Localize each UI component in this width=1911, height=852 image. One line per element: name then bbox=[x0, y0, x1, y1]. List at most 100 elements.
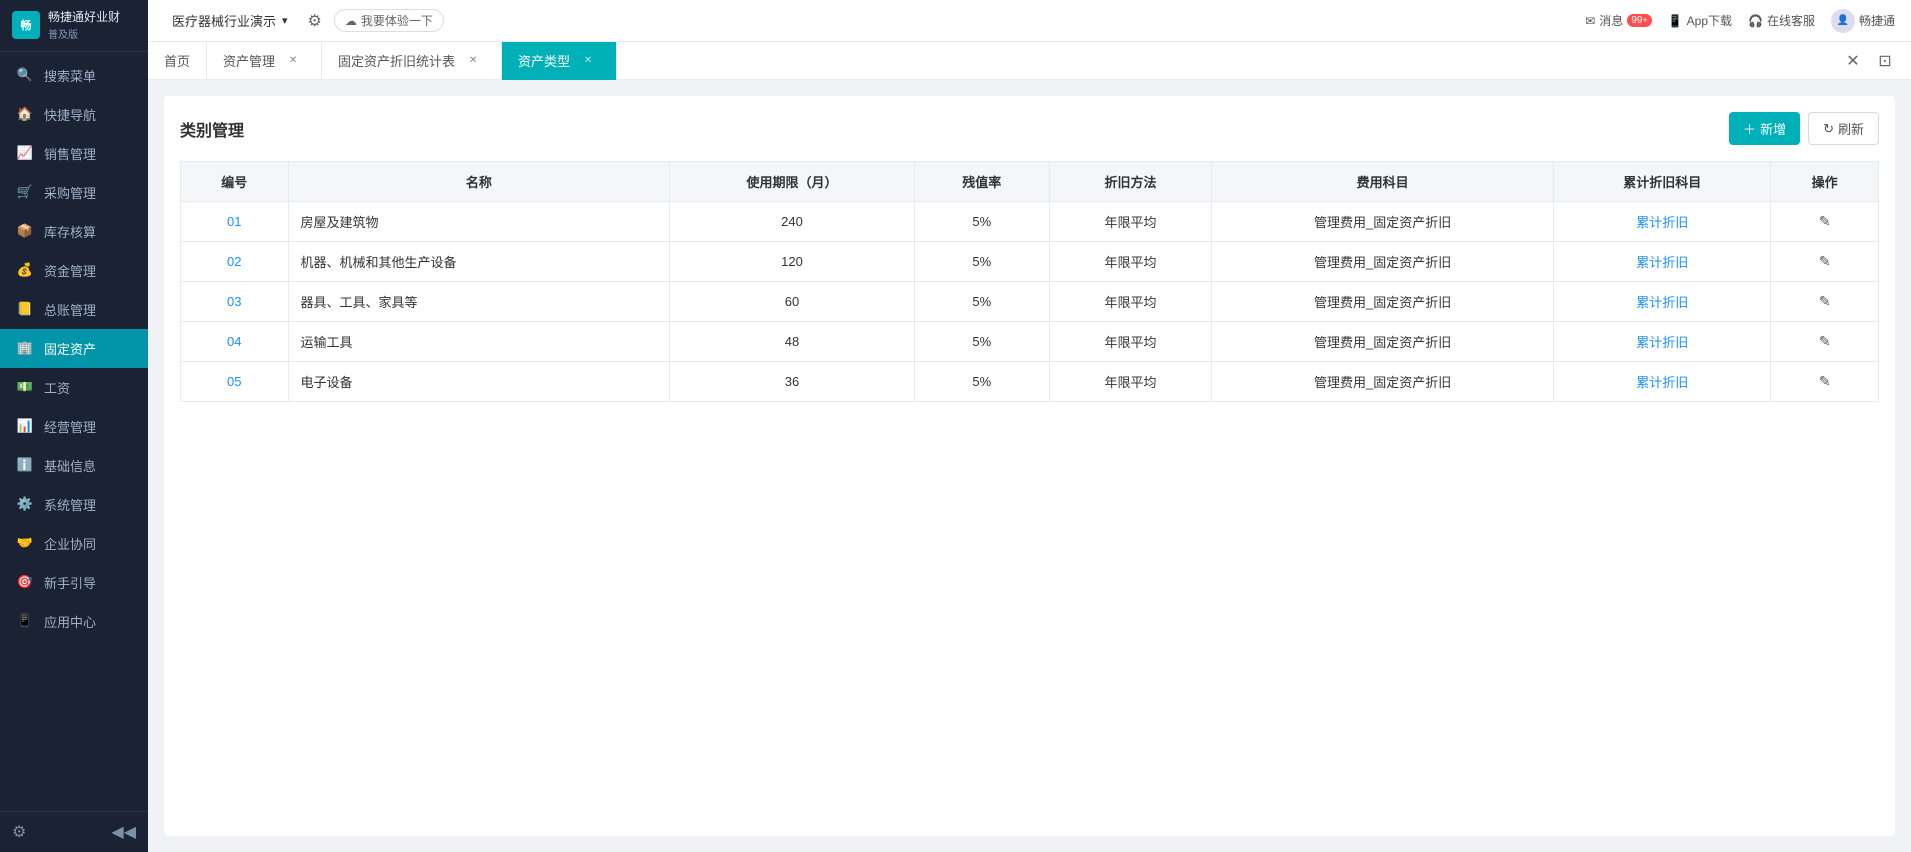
page-card: 类别管理 ＋ 新增 ↻ 刷新 编号 名称 bbox=[164, 96, 1895, 836]
cell-action: ✎ bbox=[1771, 282, 1879, 322]
main-area: 医疗器械行业演示 ▾ ⚙ ☁ 我要体验一下 ✉ 消息 99+ 📱 App下载 bbox=[148, 0, 1911, 852]
col-expense-subject: 费用科目 bbox=[1212, 162, 1554, 202]
sidebar-item-guide[interactable]: 🎯 新手引导 bbox=[0, 563, 148, 602]
table-row: 01 房屋及建筑物 240 5% 年限平均 管理费用_固定资产折旧 累计折旧 ✎ bbox=[181, 202, 1879, 242]
tab-maximize-btn[interactable]: ⊡ bbox=[1871, 47, 1899, 75]
sidebar-item-sales[interactable]: 📈 销售管理 bbox=[0, 134, 148, 173]
cell-residual: 5% bbox=[914, 282, 1049, 322]
cell-expense-subject: 管理费用_固定资产折旧 bbox=[1212, 282, 1554, 322]
table-row: 05 电子设备 36 5% 年限平均 管理费用_固定资产折旧 累计折旧 ✎ bbox=[181, 362, 1879, 402]
guide-icon: 🎯 bbox=[16, 573, 34, 591]
sidebar-item-quick-nav[interactable]: 🏠 快捷导航 bbox=[0, 95, 148, 134]
sidebar-item-system[interactable]: ⚙️ 系统管理 bbox=[0, 485, 148, 524]
tab-depreciation-label: 固定资产折旧统计表 bbox=[338, 51, 455, 70]
edit-icon[interactable]: ✎ bbox=[1819, 213, 1831, 229]
cell-accum-subject: 累计折旧 bbox=[1554, 242, 1771, 282]
sidebar-item-label: 销售管理 bbox=[44, 144, 96, 163]
edit-icon[interactable]: ✎ bbox=[1819, 253, 1831, 269]
new-button[interactable]: ＋ 新增 bbox=[1729, 112, 1800, 145]
tab-asset-mgmt-close[interactable]: ✕ bbox=[281, 49, 305, 73]
finance-icon: 💰 bbox=[16, 261, 34, 279]
cell-accum-subject: 累计折旧 bbox=[1554, 202, 1771, 242]
tab-asset-mgmt[interactable]: 资产管理 ✕ bbox=[207, 42, 322, 80]
payroll-icon: 💵 bbox=[16, 378, 34, 396]
app-download-action[interactable]: 📱 App下载 bbox=[1668, 12, 1732, 29]
sidebar-item-search[interactable]: 🔍 搜索菜单 bbox=[0, 56, 148, 95]
header-settings-icon[interactable]: ⚙ bbox=[308, 11, 322, 31]
cell-residual: 5% bbox=[914, 202, 1049, 242]
sidebar-item-label: 采购管理 bbox=[44, 183, 96, 202]
basic-info-icon: ℹ️ bbox=[16, 456, 34, 474]
top-header: 医疗器械行业演示 ▾ ⚙ ☁ 我要体验一下 ✉ 消息 99+ 📱 App下载 bbox=[148, 0, 1911, 42]
sidebar-item-label: 企业协同 bbox=[44, 534, 96, 553]
cell-code: 01 bbox=[181, 202, 289, 242]
tab-home-label: 首页 bbox=[164, 51, 190, 70]
company-name: 医疗器械行业演示 bbox=[172, 11, 276, 30]
chevron-down-icon: ▾ bbox=[282, 14, 288, 27]
sidebar-item-label: 新手引导 bbox=[44, 573, 96, 592]
sidebar-item-label: 库存核算 bbox=[44, 222, 96, 241]
sidebar-item-finance[interactable]: 💰 资金管理 bbox=[0, 251, 148, 290]
page-header: 类别管理 ＋ 新增 ↻ 刷新 bbox=[180, 112, 1879, 145]
trial-button[interactable]: ☁ 我要体验一下 bbox=[334, 9, 444, 32]
sidebar-item-label: 快捷导航 bbox=[44, 105, 96, 124]
edit-icon[interactable]: ✎ bbox=[1819, 373, 1831, 389]
company-selector[interactable]: 医疗器械行业演示 ▾ bbox=[164, 7, 296, 34]
settings-footer-icon[interactable]: ⚙ bbox=[12, 822, 26, 842]
sidebar-item-purchase[interactable]: 🛒 采购管理 bbox=[0, 173, 148, 212]
cell-action: ✎ bbox=[1771, 242, 1879, 282]
tab-home[interactable]: 首页 bbox=[148, 42, 207, 80]
cell-code: 05 bbox=[181, 362, 289, 402]
collapse-icon[interactable]: ◀◀ bbox=[111, 822, 136, 842]
sidebar-item-app-center[interactable]: 📱 应用中心 bbox=[0, 602, 148, 641]
sidebar-item-ledger[interactable]: 📒 总账管理 bbox=[0, 290, 148, 329]
new-button-label: 新增 bbox=[1760, 119, 1786, 138]
tab-close-window-btn[interactable]: ✕ bbox=[1839, 47, 1867, 75]
sidebar-item-payroll[interactable]: 💵 工资 bbox=[0, 368, 148, 407]
fixed-assets-icon: 🏢 bbox=[16, 339, 34, 357]
sidebar-item-label: 固定资产 bbox=[44, 339, 96, 358]
inventory-icon: 📦 bbox=[16, 222, 34, 240]
cell-expense-subject: 管理费用_固定资产折旧 bbox=[1212, 362, 1554, 402]
cell-accum-subject: 累计折旧 bbox=[1554, 322, 1771, 362]
home-icon: 🏠 bbox=[16, 105, 34, 123]
cell-method: 年限平均 bbox=[1049, 322, 1211, 362]
cell-name: 运输工具 bbox=[288, 322, 670, 362]
tab-asset-type-label: 资产类型 bbox=[518, 51, 570, 70]
app-logo: 畅 bbox=[12, 11, 40, 39]
plus-icon: ＋ bbox=[1743, 119, 1756, 138]
cell-name: 器具、工具、家具等 bbox=[288, 282, 670, 322]
message-label: 消息 bbox=[1599, 12, 1623, 29]
edit-icon[interactable]: ✎ bbox=[1819, 333, 1831, 349]
refresh-button-label: 刷新 bbox=[1838, 119, 1864, 138]
customer-service-label: 在线客服 bbox=[1767, 12, 1815, 29]
cell-method: 年限平均 bbox=[1049, 362, 1211, 402]
tab-depreciation-close[interactable]: ✕ bbox=[461, 49, 485, 73]
header-right: ✉ 消息 99+ 📱 App下载 🎧 在线客服 👤 畅捷通 bbox=[1585, 9, 1895, 33]
avatar: 👤 bbox=[1831, 9, 1855, 33]
cell-residual: 5% bbox=[914, 322, 1049, 362]
app-download-label: App下载 bbox=[1687, 12, 1732, 29]
sidebar-item-inventory[interactable]: 📦 库存核算 bbox=[0, 212, 148, 251]
sidebar-item-label: 基础信息 bbox=[44, 456, 96, 475]
sidebar-item-enterprise[interactable]: 🤝 企业协同 bbox=[0, 524, 148, 563]
tab-asset-type[interactable]: 资产类型 ✕ bbox=[502, 42, 617, 80]
col-accum-subject: 累计折旧科目 bbox=[1554, 162, 1771, 202]
cell-expense-subject: 管理费用_固定资产折旧 bbox=[1212, 322, 1554, 362]
sidebar-item-label: 搜索菜单 bbox=[44, 66, 96, 85]
sidebar-item-fixed-assets[interactable]: 🏢 固定资产 bbox=[0, 329, 148, 368]
sidebar-item-basic-info[interactable]: ℹ️ 基础信息 bbox=[0, 446, 148, 485]
message-action[interactable]: ✉ 消息 99+ bbox=[1585, 12, 1651, 29]
page-title: 类别管理 bbox=[180, 117, 244, 141]
edit-icon[interactable]: ✎ bbox=[1819, 293, 1831, 309]
cell-code: 04 bbox=[181, 322, 289, 362]
user-action[interactable]: 👤 畅捷通 bbox=[1831, 9, 1895, 33]
tab-asset-type-close[interactable]: ✕ bbox=[576, 49, 600, 73]
mobile-icon: 📱 bbox=[1668, 14, 1683, 28]
tab-depreciation-table[interactable]: 固定资产折旧统计表 ✕ bbox=[322, 42, 502, 80]
refresh-button[interactable]: ↻ 刷新 bbox=[1808, 112, 1879, 145]
customer-service-action[interactable]: 🎧 在线客服 bbox=[1748, 12, 1815, 29]
sidebar-item-operations[interactable]: 📊 经营管理 bbox=[0, 407, 148, 446]
table-row: 04 运输工具 48 5% 年限平均 管理费用_固定资产折旧 累计折旧 ✎ bbox=[181, 322, 1879, 362]
sidebar-item-label: 工资 bbox=[44, 378, 70, 397]
